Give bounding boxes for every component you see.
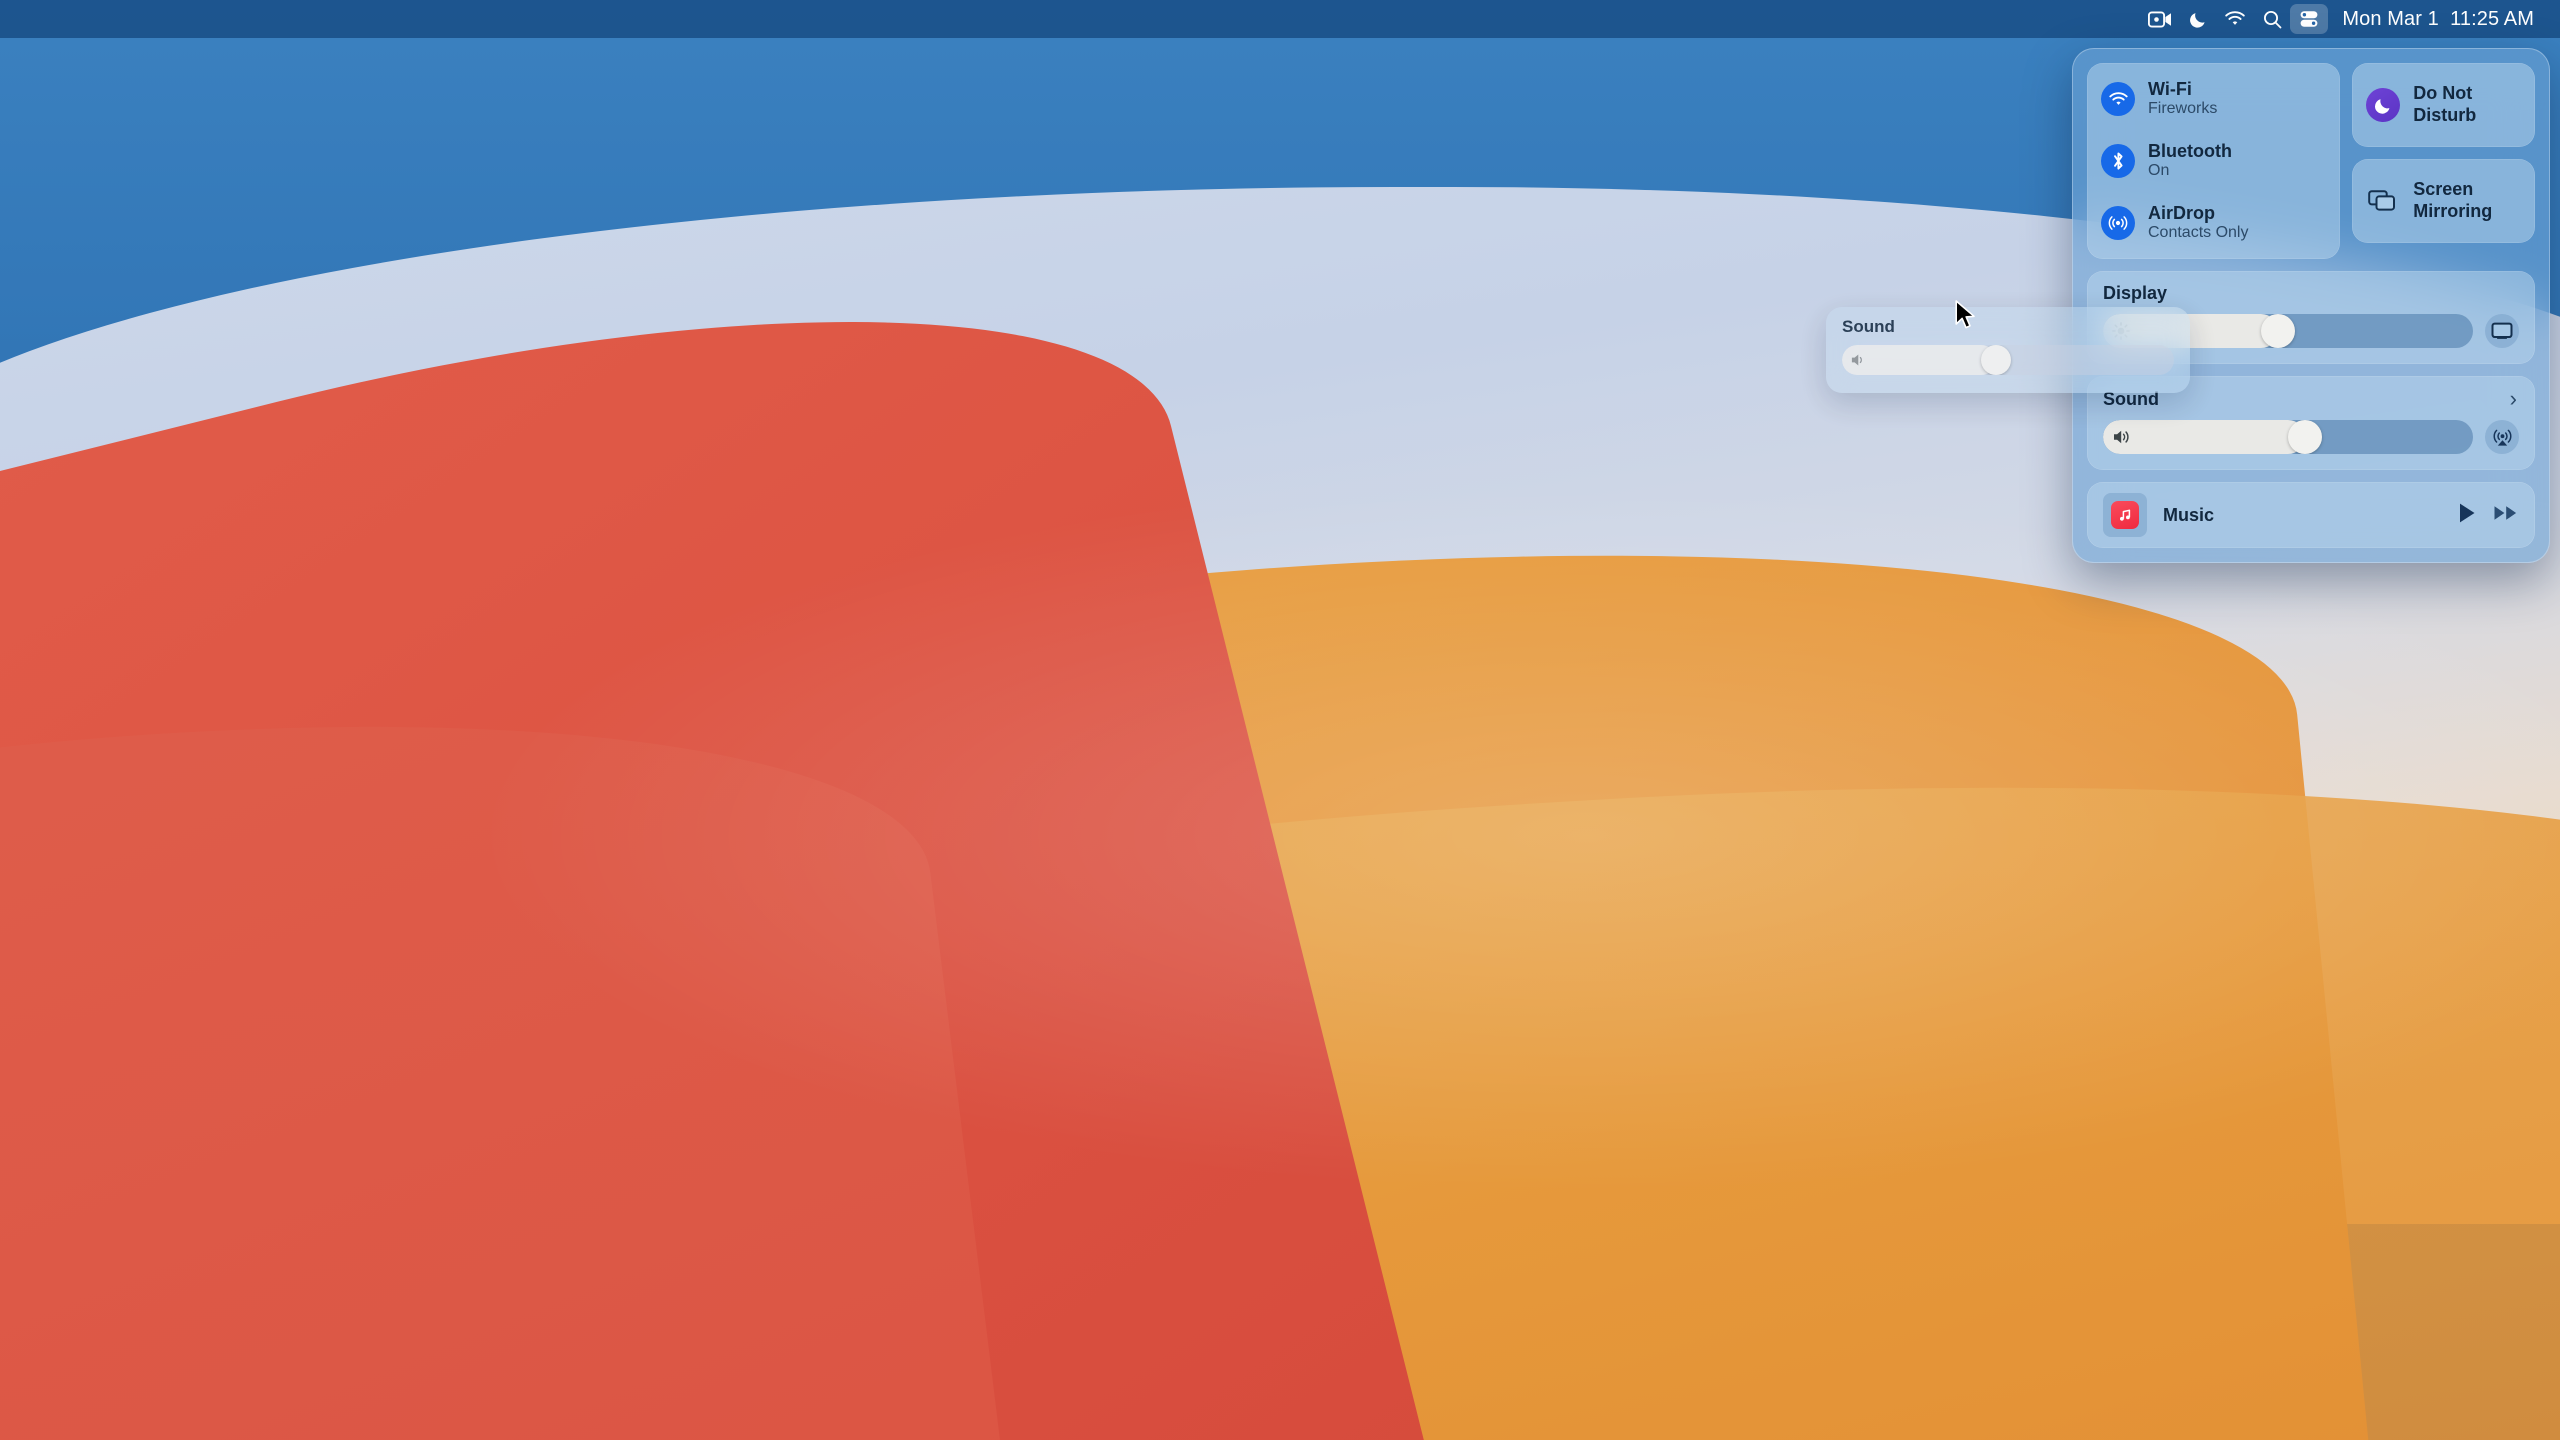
moon-icon xyxy=(2366,88,2401,122)
wifi-row[interactable]: Wi-Fi Fireworks xyxy=(2101,79,2326,119)
wifi-icon xyxy=(2101,82,2135,117)
control-center-icon[interactable] xyxy=(2290,4,2329,34)
music-title: Music xyxy=(2163,504,2215,525)
chevron-right-icon[interactable]: › xyxy=(2508,388,2519,410)
control-center-right-column: Do Not Disturb Screen Mirroring xyxy=(2352,63,2535,259)
airdrop-row[interactable]: AirDrop Contacts Only xyxy=(2101,203,2326,243)
speaker-wave-icon xyxy=(1850,352,1868,373)
bluetooth-row[interactable]: Bluetooth On xyxy=(2101,141,2326,181)
do-not-disturb-label: Do Not Disturb xyxy=(2413,83,2477,125)
airdrop-status: Contacts Only xyxy=(2148,224,2249,242)
control-center-top-row: Wi-Fi Fireworks Bluetooth On AirDrop Con… xyxy=(2087,63,2535,260)
bluetooth-icon xyxy=(2101,144,2135,179)
search-icon[interactable] xyxy=(2254,4,2290,34)
music-artwork xyxy=(2103,493,2147,538)
display-header: Display xyxy=(2103,283,2519,304)
connectivity-module: Wi-Fi Fireworks Bluetooth On AirDrop Con… xyxy=(2087,63,2341,260)
airdrop-icon xyxy=(2101,206,2135,241)
menu-bar: Mon Mar 1 11:25 AM xyxy=(0,0,2560,38)
display-icon[interactable] xyxy=(2485,314,2519,349)
ghost-header: Sound xyxy=(1842,317,2174,337)
music-module[interactable]: Music xyxy=(2087,482,2535,549)
play-icon[interactable] xyxy=(2457,502,2477,529)
wifi-label: Wi-Fi xyxy=(2148,79,2192,99)
screen-mirroring-label: Screen Mirroring xyxy=(2413,179,2493,221)
wifi-text: Wi-Fi Fireworks xyxy=(2148,79,2217,119)
screen-mirroring-icon xyxy=(2366,189,2400,213)
bluetooth-label: Bluetooth xyxy=(2148,141,2232,162)
wifi-status: Fireworks xyxy=(2148,100,2218,118)
ghost-volume-slider[interactable] xyxy=(1842,345,2174,375)
fast-forward-icon[interactable] xyxy=(2493,504,2519,527)
do-not-disturb-tile[interactable]: Do Not Disturb xyxy=(2352,63,2535,147)
ghost-controls-row xyxy=(1842,345,2174,375)
sound-controls-row xyxy=(2103,420,2519,455)
speaker-wave-icon xyxy=(2112,428,2132,451)
display-title: Display xyxy=(2103,283,2168,304)
volume-slider-knob[interactable] xyxy=(2287,420,2322,455)
bluetooth-status: On xyxy=(2148,162,2170,180)
volume-slider-fill xyxy=(2103,420,2305,455)
airdrop-label: AirDrop xyxy=(2148,203,2215,224)
volume-slider[interactable] xyxy=(2103,420,2473,455)
screen-recording-icon[interactable] xyxy=(2140,4,2180,34)
screen-mirroring-tile[interactable]: Screen Mirroring xyxy=(2352,159,2535,243)
moon-icon[interactable] xyxy=(2180,4,2216,34)
control-center-panel: Wi-Fi Fireworks Bluetooth On AirDrop Con… xyxy=(2072,48,2550,564)
ghost-volume-slider-knob[interactable] xyxy=(1980,345,2011,375)
airdrop-text: AirDrop Contacts Only xyxy=(2148,203,2248,243)
airplay-audio-icon[interactable] xyxy=(2485,420,2519,455)
menu-bar-clock[interactable]: Mon Mar 1 11:25 AM xyxy=(2328,8,2538,31)
wifi-icon[interactable] xyxy=(2216,4,2254,34)
music-app-icon xyxy=(2111,501,2139,530)
dragged-sound-module-ghost[interactable]: Sound xyxy=(1826,307,2190,393)
ghost-sound-title: Sound xyxy=(1842,317,1895,336)
brightness-slider-knob[interactable] xyxy=(2260,314,2295,349)
music-controls xyxy=(2457,502,2519,529)
mouse-cursor xyxy=(1955,300,1977,337)
bluetooth-text: Bluetooth On xyxy=(2148,141,2232,181)
